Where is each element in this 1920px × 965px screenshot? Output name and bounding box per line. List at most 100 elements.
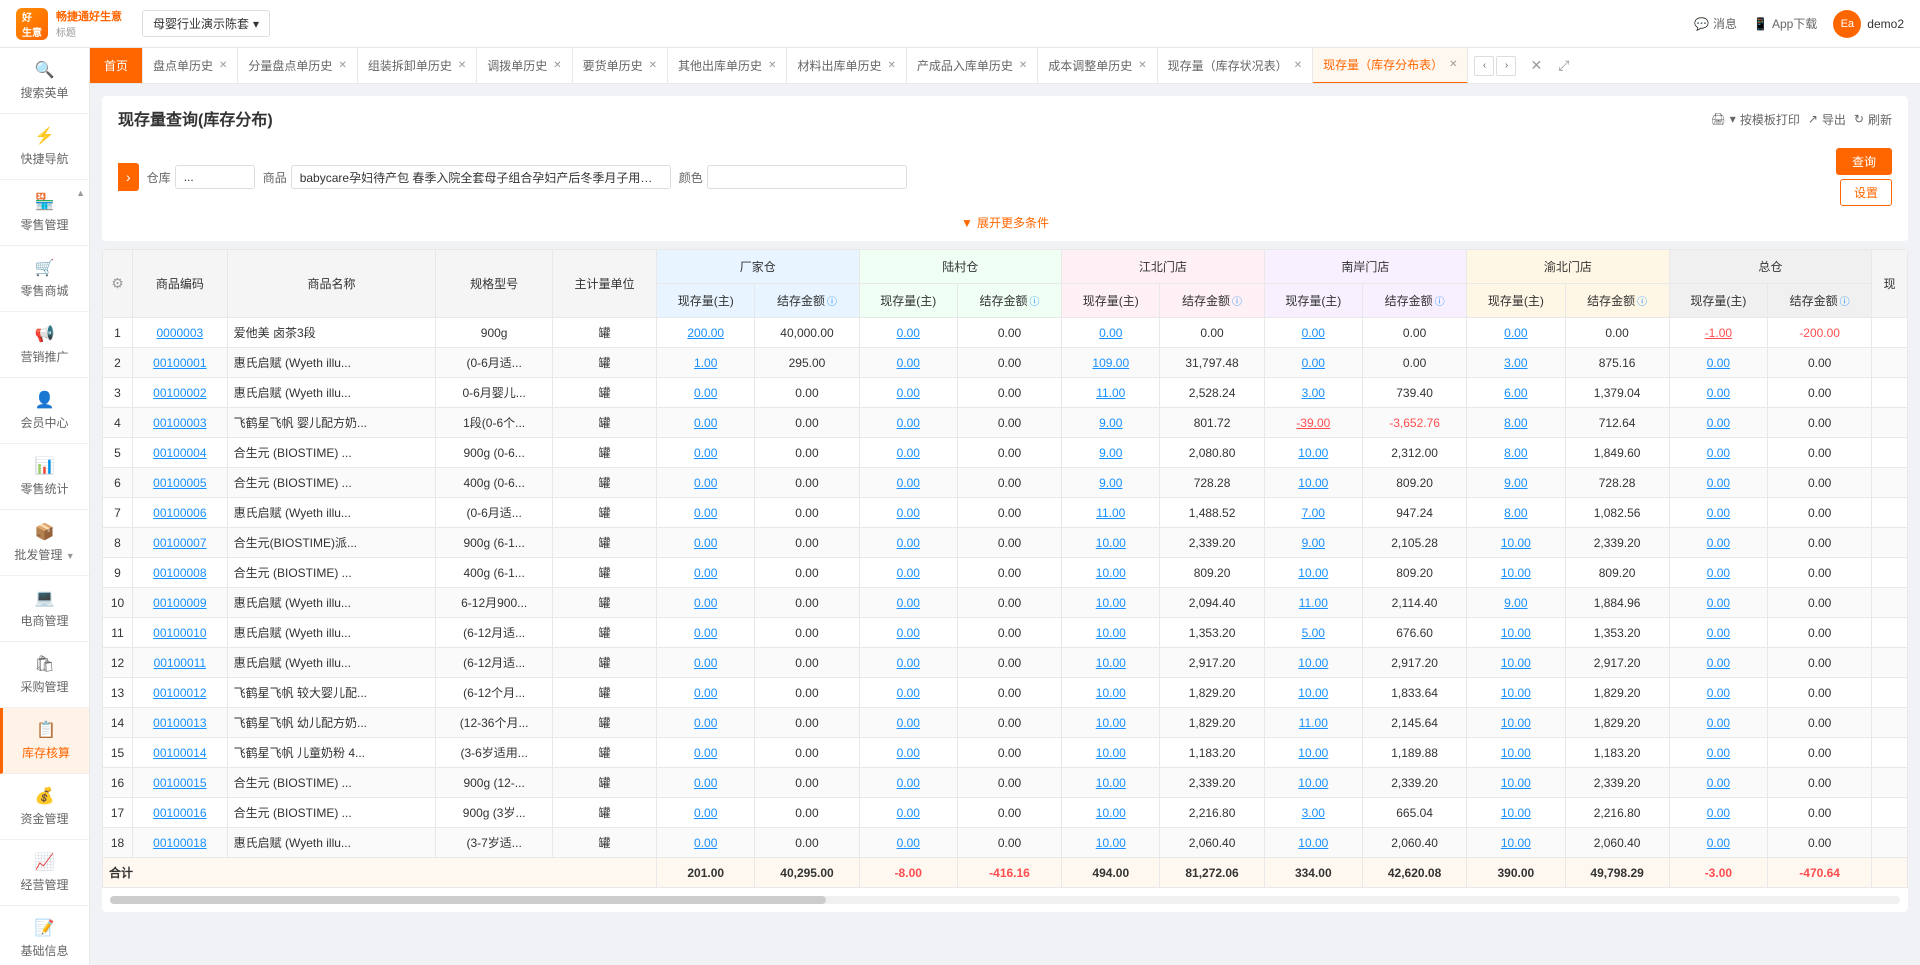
tab-close-costadj[interactable]: ✕ — [1138, 60, 1146, 71]
sidebar-item-operation[interactable]: 📈 经营管理 — [0, 840, 89, 906]
tab-stockstatus[interactable]: 现存量（库存状况表） ✕ — [1158, 48, 1313, 84]
refresh-btn[interactable]: ↻ 刷新 — [1854, 111, 1892, 128]
row-extra — [1872, 768, 1908, 798]
row-unit: 罐 — [552, 678, 656, 708]
row-total-stock: 0.00 — [1669, 828, 1767, 858]
table-row: 17 00100016 合生元 (BIOSTIME) ... 900g (3岁.… — [103, 798, 1908, 828]
row-sbmd-amt: 2,339.20 — [1565, 768, 1669, 798]
goods-input[interactable] — [291, 165, 671, 189]
message-btn[interactable]: 💬 消息 — [1694, 15, 1737, 32]
row-fjc-stock: 0.00 — [657, 618, 755, 648]
tab-costadj[interactable]: 成本调整单历史 ✕ — [1038, 48, 1157, 84]
logo-icon: 好生意 — [16, 8, 48, 40]
tab-transfer[interactable]: 调拨单历史 ✕ — [477, 48, 572, 84]
row-total-amt: 0.00 — [1768, 828, 1872, 858]
sidebar-item-inventory[interactable]: 📋 库存核算 — [0, 708, 89, 774]
tab-close-stockstatus[interactable]: ✕ — [1294, 60, 1302, 71]
table-row: 6 00100005 合生元 (BIOSTIME) ... 400g (0-6.… — [103, 468, 1908, 498]
setting-btn[interactable]: 设置 — [1840, 179, 1892, 206]
row-jbmd-stock: 10.00 — [1062, 588, 1160, 618]
row-index: 12 — [103, 648, 133, 678]
tab-close-materialout[interactable]: ✕ — [887, 60, 895, 71]
app-download-btn[interactable]: 📱 App下载 — [1753, 15, 1817, 32]
tab-close-all-btn[interactable]: ✕ — [1522, 57, 1550, 74]
sidebar-item-search[interactable]: 🔍 搜索英单 — [0, 48, 89, 114]
gear-icon[interactable]: ⚙ — [111, 275, 124, 291]
sidebar-item-finance[interactable]: 💰 资金管理 — [0, 774, 89, 840]
row-jbmd-stock: 9.00 — [1062, 408, 1160, 438]
row-jbmd-stock: 10.00 — [1062, 558, 1160, 588]
sidebar-item-stats[interactable]: 📊 零售统计 — [0, 444, 89, 510]
sidebar-item-retail[interactable]: 🏪 零售管理 ▲ — [0, 180, 89, 246]
tab-close-stockdist[interactable]: ✕ — [1449, 59, 1457, 70]
row-code: 00100004 — [133, 438, 228, 468]
tab-close-stocklistfen[interactable]: ✕ — [338, 60, 346, 71]
row-nams-amt: 665.04 — [1363, 798, 1467, 828]
tab-stocklist-fen[interactable]: 分量盘点单历史 ✕ — [238, 48, 357, 84]
row-spec: (0-6月适... — [436, 498, 553, 528]
row-unit: 罐 — [552, 378, 656, 408]
row-sbmd-stock: 6.00 — [1467, 378, 1565, 408]
sidebar-item-ecommerce[interactable]: 💻 电商管理 — [0, 576, 89, 642]
sbmd-amt-info-icon[interactable]: ⓘ — [1637, 297, 1647, 308]
row-code: 00100007 — [133, 528, 228, 558]
nams-amt-info-icon[interactable]: ⓘ — [1435, 297, 1445, 308]
table-row: 16 00100015 合生元 (BIOSTIME) ... 900g (12-… — [103, 768, 1908, 798]
query-btn[interactable]: 查询 — [1836, 148, 1892, 175]
tab-stockdist[interactable]: 现存量（库存分布表） ✕ — [1313, 48, 1468, 84]
filter-toggle-btn[interactable]: › — [118, 163, 139, 191]
row-jbmd-amt: 809.20 — [1160, 558, 1264, 588]
sidebar-item-wholesale[interactable]: 📦 批发管理 ▼ — [0, 510, 89, 576]
tab-combo[interactable]: 组装拆卸单历史 ✕ — [358, 48, 477, 84]
tab-productin[interactable]: 产成品入库单历史 ✕ — [907, 48, 1038, 84]
color-filter: 颜色 — [679, 165, 907, 189]
tab-prev-btn[interactable]: ‹ — [1474, 56, 1494, 76]
sidebar-item-marketing[interactable]: 📢 营销推广 — [0, 312, 89, 378]
row-spec: (3-7岁适... — [436, 828, 553, 858]
lcc-amt-info-icon[interactable]: ⓘ — [1030, 297, 1040, 308]
row-total-stock: 0.00 — [1669, 798, 1767, 828]
row-sbmd-amt: 2,060.40 — [1565, 828, 1669, 858]
export-btn[interactable]: ↗ 导出 — [1808, 111, 1846, 128]
row-nams-stock: 10.00 — [1264, 558, 1362, 588]
jbmd-amt-info-icon[interactable]: ⓘ — [1232, 297, 1242, 308]
org-dropdown[interactable]: 母婴行业演示陈套 ▾ — [142, 10, 270, 37]
row-spec: (6-12月适... — [436, 618, 553, 648]
print-btn[interactable]: 🖨 ▾ 按模板打印 — [1711, 111, 1800, 128]
row-nams-amt: 2,145.64 — [1363, 708, 1467, 738]
tab-close-productin[interactable]: ✕ — [1019, 60, 1027, 71]
tab-otherout[interactable]: 其他出库单历史 ✕ — [668, 48, 787, 84]
tab-materialout[interactable]: 材料出库单历史 ✕ — [787, 48, 906, 84]
sidebar-item-purchase[interactable]: 🛍 采购管理 — [0, 642, 89, 708]
tab-close-stocklist[interactable]: ✕ — [219, 60, 227, 71]
total-amt-info-icon[interactable]: ⓘ — [1840, 297, 1850, 308]
tab-close-requisition[interactable]: ✕ — [649, 60, 657, 71]
row-total-amt: 0.00 — [1768, 768, 1872, 798]
row-lcc-amt: 0.00 — [957, 708, 1061, 738]
row-sbmd-amt: 2,917.20 — [1565, 648, 1669, 678]
tab-close-otherout[interactable]: ✕ — [768, 60, 776, 71]
col-gear[interactable]: ⚙ — [103, 250, 133, 318]
color-input[interactable] — [707, 165, 907, 189]
row-jbmd-amt: 1,829.20 — [1160, 678, 1264, 708]
tab-stocklist[interactable]: 盘点单历史 ✕ — [143, 48, 238, 84]
expand-condition-btn[interactable]: ▼ 展开更多条件 — [961, 214, 1049, 231]
sidebar-item-nav[interactable]: ⚡ 快捷导航 — [0, 114, 89, 180]
sidebar-item-member[interactable]: 👤 会员中心 — [0, 378, 89, 444]
sidebar-item-basic[interactable]: 📝 基础信息 — [0, 906, 89, 965]
horizontal-scrollbar[interactable] — [110, 896, 1900, 904]
sidebar-item-shop[interactable]: 🛒 零售商城 — [0, 246, 89, 312]
header-actions: 🖨 ▾ 按模板打印 ↗ 导出 ↻ 刷新 — [1711, 111, 1892, 128]
tab-home[interactable]: 首页 — [90, 48, 143, 84]
warehouse-input[interactable] — [175, 165, 255, 189]
fjc-amt-info-icon[interactable]: ⓘ — [827, 297, 837, 308]
row-fjc-stock: 0.00 — [657, 588, 755, 618]
tab-expand-btn[interactable]: ⤢ — [1550, 57, 1577, 74]
user-area[interactable]: Ea demo2 — [1833, 10, 1904, 38]
tab-close-transfer[interactable]: ✕ — [553, 60, 561, 71]
row-sbmd-stock: 10.00 — [1467, 528, 1565, 558]
row-fjc-amt: 0.00 — [755, 768, 859, 798]
tab-close-combo[interactable]: ✕ — [458, 60, 466, 71]
tab-requisition[interactable]: 要货单历史 ✕ — [573, 48, 668, 84]
tab-next-btn[interactable]: › — [1496, 56, 1516, 76]
